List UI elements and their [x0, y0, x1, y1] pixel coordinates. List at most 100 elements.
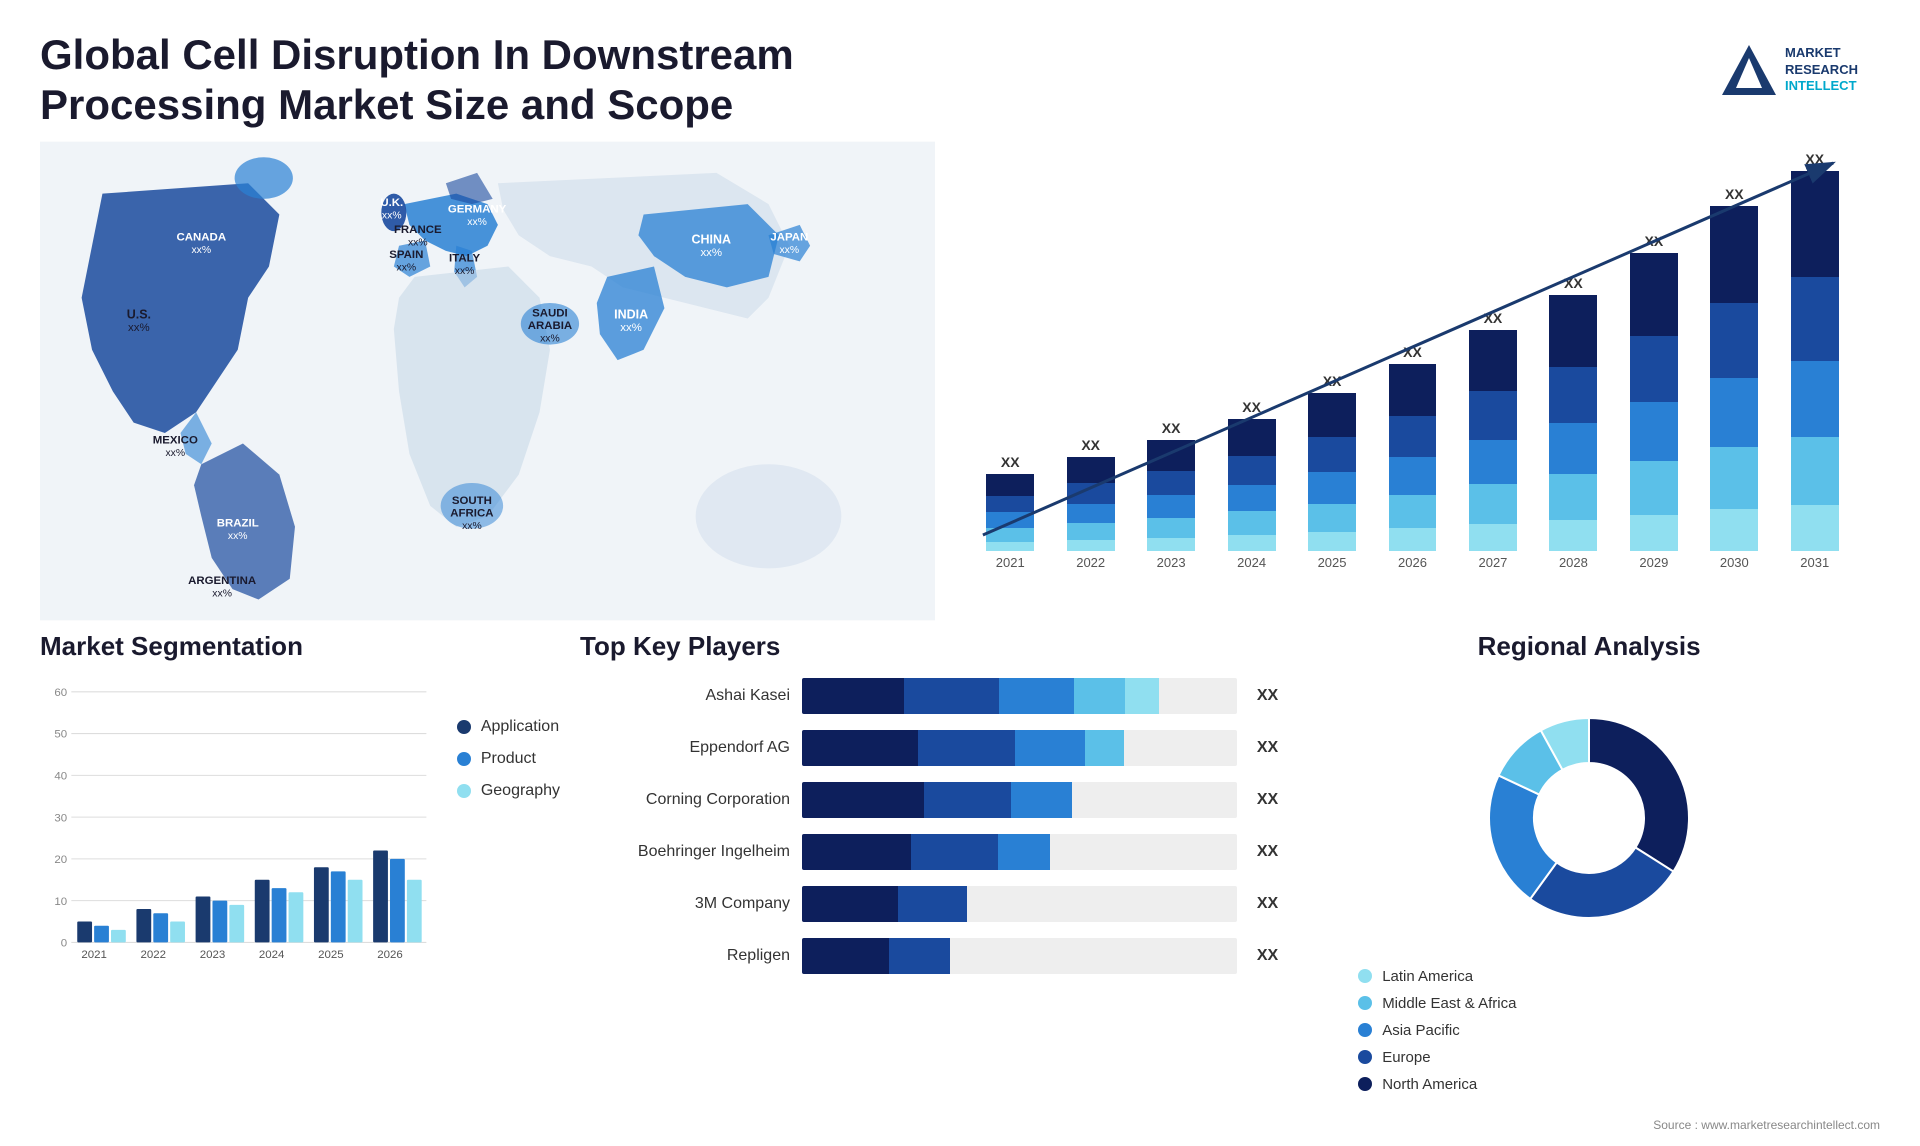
svg-text:0: 0 — [61, 937, 67, 949]
bar-value-label: XX — [1725, 186, 1744, 202]
player-bar-segment — [802, 678, 904, 714]
player-bar-fill — [802, 886, 1019, 922]
legend-label: Geography — [481, 782, 560, 800]
logo: MARKET RESEARCH INTELLECT — [1700, 30, 1880, 110]
segmentation-section: Market Segmentation 01020304050602021202… — [40, 631, 560, 1121]
player-row: Corning CorporationXX — [580, 782, 1278, 818]
bar-segment — [1469, 391, 1517, 440]
bar-segment — [1308, 532, 1356, 551]
svg-text:xx%: xx% — [382, 210, 402, 221]
svg-text:xx%: xx% — [462, 521, 482, 532]
bar-segment — [1228, 511, 1276, 535]
seg-year-label: 2022 — [141, 949, 167, 961]
bar-segment — [986, 474, 1034, 495]
bar-segment — [1308, 504, 1356, 532]
legend-item: Geography — [457, 782, 560, 800]
legend-dot — [457, 752, 471, 766]
regional-legend: Latin AmericaMiddle East & AfricaAsia Pa… — [1358, 968, 1516, 1093]
bar-segment — [1630, 253, 1678, 336]
bar-segment — [1228, 485, 1276, 511]
bar-segment — [1389, 364, 1437, 416]
bar-year-label: 2022 — [1055, 555, 1125, 570]
bar-group: XX — [975, 151, 1045, 551]
bar-group: XX — [1619, 151, 1689, 551]
players-section: Top Key Players Ashai Kasei XX Eppendorf A… — [580, 631, 1278, 1121]
bar-value-label: XX — [1484, 310, 1503, 326]
bar-years: 2021202220232024202520262027202820292030… — [965, 555, 1860, 570]
regional-legend-dot — [1358, 996, 1372, 1010]
svg-text:xx%: xx% — [779, 245, 799, 256]
player-bar-segment — [802, 730, 918, 766]
regional-legend-item: Latin America — [1358, 968, 1516, 985]
source-text: Source : www.marketresearchintellect.com — [1653, 1118, 1880, 1132]
bar-segment — [1147, 538, 1195, 551]
player-value: XX — [1257, 843, 1278, 861]
bar-year-label: 2030 — [1699, 555, 1769, 570]
regional-legend-dot — [1358, 1023, 1372, 1037]
bar-segment — [1067, 483, 1115, 504]
world-map: U.S. xx% CANADA xx% MEXICO xx% BRAZIL xx… — [40, 141, 935, 621]
svg-text:xx%: xx% — [212, 588, 232, 599]
bar-segment — [1308, 437, 1356, 472]
player-row: RepligenXX — [580, 938, 1278, 974]
segmentation-title: Market Segmentation — [40, 631, 560, 662]
bar-value-label: XX — [1805, 151, 1824, 167]
top-row: U.S. xx% CANADA xx% MEXICO xx% BRAZIL xx… — [0, 141, 1920, 621]
bars-container: XXXXXXXXXXXXXXXXXXXXXX — [965, 151, 1860, 551]
seg-year-label: 2024 — [259, 949, 285, 961]
regional-legend-label: Middle East & Africa — [1382, 995, 1516, 1012]
bar-segment — [1791, 361, 1839, 437]
player-name: Ashai Kasei — [580, 687, 790, 705]
bar-segment — [1228, 535, 1276, 551]
player-bar-segment — [802, 938, 889, 974]
seg-bar — [390, 859, 405, 943]
players-title: Top Key Players — [580, 631, 1278, 662]
bar-group: XX — [1055, 151, 1125, 551]
player-row: Eppendorf AGXX — [580, 730, 1278, 766]
regional-section: Regional Analysis Latin AmericaMiddle Ea… — [1298, 631, 1880, 1121]
svg-text:FRANCE: FRANCE — [394, 224, 442, 236]
bar-segment — [1549, 367, 1597, 423]
bar-segment — [986, 528, 1034, 542]
svg-text:GERMANY: GERMANY — [448, 203, 507, 215]
bar-segment — [1549, 520, 1597, 551]
bar-year-label: 2026 — [1377, 555, 1447, 570]
bar-segment — [1389, 528, 1437, 550]
logo-icon — [1722, 43, 1777, 98]
player-bar-fill — [802, 678, 1159, 714]
regional-legend-dot — [1358, 969, 1372, 983]
bottom-row: Market Segmentation 01020304050602021202… — [0, 621, 1920, 1141]
svg-text:MEXICO: MEXICO — [153, 434, 198, 446]
svg-text:20: 20 — [54, 854, 67, 866]
bar-year-label: 2029 — [1619, 555, 1689, 570]
svg-text:50: 50 — [54, 729, 67, 741]
player-value: XX — [1257, 947, 1278, 965]
seg-chart-area: 0102030405060202120222023202420252026 Ap… — [40, 678, 560, 998]
bar-year-label: 2024 — [1216, 555, 1286, 570]
bar-segment — [986, 496, 1034, 513]
player-row: Boehringer IngelheimXX — [580, 834, 1278, 870]
seg-bar — [94, 926, 109, 943]
bar-chart: XXXXXXXXXXXXXXXXXXXXXX 20212022202320242… — [965, 151, 1860, 581]
seg-bar — [170, 921, 185, 942]
player-bar-segment — [904, 678, 999, 714]
bar-year-label: 2021 — [975, 555, 1045, 570]
svg-text:10: 10 — [54, 896, 67, 908]
svg-text:40: 40 — [54, 770, 67, 782]
player-row: 3M CompanyXX — [580, 886, 1278, 922]
bar-segment — [1791, 277, 1839, 361]
bar-year-label: 2031 — [1780, 555, 1850, 570]
bar-segment — [1389, 495, 1437, 529]
svg-text:SOUTH: SOUTH — [452, 495, 492, 507]
player-bar-segment — [911, 834, 998, 870]
bar-segment — [1630, 515, 1678, 551]
bar-value-label: XX — [1323, 373, 1342, 389]
bar-segment — [1469, 524, 1517, 551]
regional-legend-item: North America — [1358, 1076, 1516, 1093]
bar-segment — [1469, 484, 1517, 524]
bar-segment — [1549, 474, 1597, 520]
bar-year-label: 2027 — [1458, 555, 1528, 570]
player-name: 3M Company — [580, 895, 790, 913]
bar-segment — [1389, 457, 1437, 494]
svg-text:ITALY: ITALY — [449, 252, 481, 264]
